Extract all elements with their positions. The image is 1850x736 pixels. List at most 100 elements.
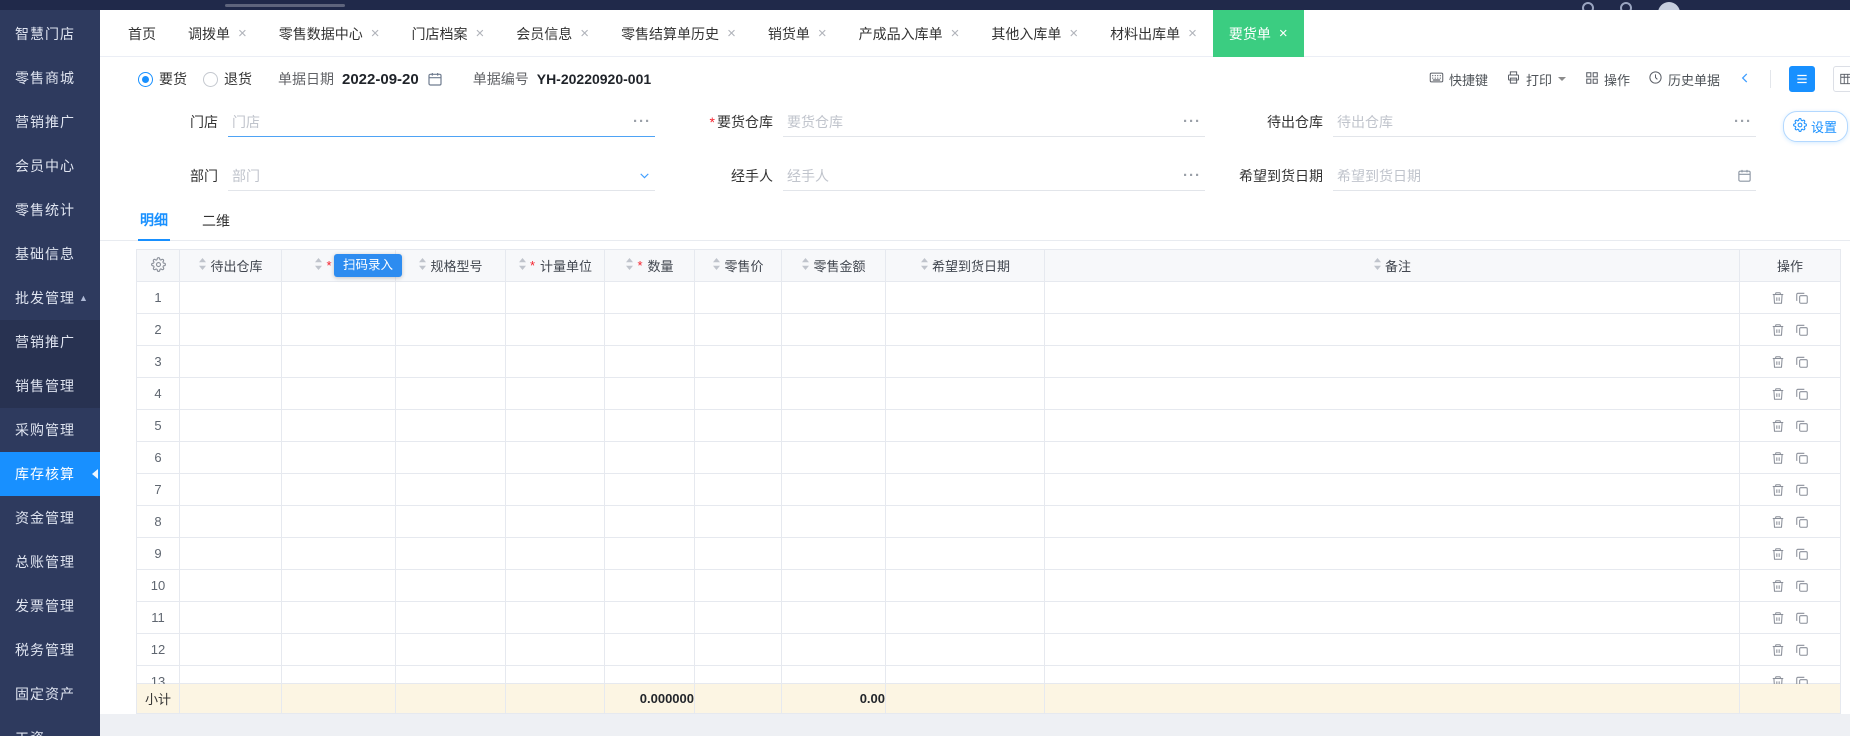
sidebar-item-payroll[interactable]: 工资 xyxy=(0,716,100,736)
grid-cell-spec-model[interactable] xyxy=(395,665,506,684)
tab-requisition-order[interactable]: 要货单 × xyxy=(1212,10,1304,57)
delete-row-icon[interactable] xyxy=(1771,611,1785,625)
grid-cell-remark[interactable] xyxy=(1044,505,1740,538)
sidebar-item-marketing[interactable]: 营销推广 xyxy=(0,100,100,144)
grid-cell-expected-date[interactable] xyxy=(885,345,1045,378)
sort-icon[interactable] xyxy=(920,258,929,273)
grid-cell-product[interactable] xyxy=(281,282,396,314)
sort-icon[interactable] xyxy=(1373,258,1382,273)
grid-cell-spec-model[interactable] xyxy=(395,633,506,666)
grid-cell-product[interactable] xyxy=(281,313,396,346)
grid-cell-quantity[interactable] xyxy=(604,473,695,506)
grid-cell-remark[interactable] xyxy=(1044,313,1740,346)
print-button[interactable]: 打印 xyxy=(1506,70,1567,89)
delete-row-icon[interactable] xyxy=(1771,547,1785,561)
detail-tab-detail[interactable]: 明细 xyxy=(138,210,170,241)
delete-row-icon[interactable] xyxy=(1771,579,1785,593)
sort-icon[interactable] xyxy=(518,258,527,273)
tab-member-info[interactable]: 会员信息 × xyxy=(500,10,605,57)
delete-row-icon[interactable] xyxy=(1771,643,1785,657)
grid-cell-product[interactable] xyxy=(281,409,396,442)
copy-row-icon[interactable] xyxy=(1795,611,1809,625)
doc-date-value[interactable]: 2022-09-20 xyxy=(342,71,419,88)
grid-cell-remark[interactable] xyxy=(1044,665,1740,684)
grid-cell-remark[interactable] xyxy=(1044,377,1740,410)
grid-cell-retail-amount[interactable] xyxy=(781,601,886,634)
grid-cell-quantity[interactable] xyxy=(604,313,695,346)
sidebar-item-invoice-mgmt[interactable]: 发票管理 xyxy=(0,584,100,628)
column-header-quantity[interactable]: * 数量 xyxy=(604,249,695,282)
grid-cell-out-warehouse[interactable] xyxy=(179,441,282,474)
sidebar-item-purchase-mgmt[interactable]: 采购管理 xyxy=(0,408,100,452)
grid-cell-out-warehouse[interactable] xyxy=(179,409,282,442)
grid-cell-expected-date[interactable] xyxy=(885,633,1045,666)
column-header-spec-model[interactable]: 规格型号 xyxy=(395,249,506,282)
sort-icon[interactable] xyxy=(801,258,810,273)
grid-cell-retail-amount[interactable] xyxy=(781,569,886,602)
grid-cell-quantity[interactable] xyxy=(604,633,695,666)
grid-cell-retail-amount[interactable] xyxy=(781,282,886,314)
collapse-panel-button[interactable] xyxy=(1738,71,1752,88)
grid-cell-expected-date[interactable] xyxy=(885,569,1045,602)
sidebar-item-sales-mgmt[interactable]: 销售管理 xyxy=(0,364,100,408)
sort-icon[interactable] xyxy=(418,258,427,273)
grid-cell-quantity[interactable] xyxy=(604,345,695,378)
delete-row-icon[interactable] xyxy=(1771,387,1785,401)
grid-cell-remark[interactable] xyxy=(1044,473,1740,506)
delete-row-icon[interactable] xyxy=(1771,451,1785,465)
column-header-out-warehouse[interactable]: 待出仓库 xyxy=(179,249,282,282)
grid-cell-spec-model[interactable] xyxy=(395,313,506,346)
delete-row-icon[interactable] xyxy=(1771,355,1785,369)
column-header-expected-date[interactable]: 希望到货日期 xyxy=(885,249,1045,282)
grid-cell-spec-model[interactable] xyxy=(395,569,506,602)
grid-cell-retail-price[interactable] xyxy=(694,345,782,378)
grid-cell-out-warehouse[interactable] xyxy=(179,665,282,684)
grid-cell-product[interactable] xyxy=(281,505,396,538)
grid-cell-unit[interactable] xyxy=(505,473,605,506)
grid-cell-retail-price[interactable] xyxy=(694,441,782,474)
sidebar-item-inventory-accounting[interactable]: 库存核算 xyxy=(0,452,100,496)
grid-cell-expected-date[interactable] xyxy=(885,537,1045,570)
delete-row-icon[interactable] xyxy=(1771,483,1785,497)
chevron-down-icon[interactable] xyxy=(638,169,651,182)
more-options-icon[interactable]: ··· xyxy=(633,114,651,129)
sidebar-item-general-ledger[interactable]: 总账管理 xyxy=(0,540,100,584)
department-input[interactable]: 部门 xyxy=(228,161,655,191)
grid-cell-out-warehouse[interactable] xyxy=(179,313,282,346)
copy-row-icon[interactable] xyxy=(1795,579,1809,593)
grid-cell-spec-model[interactable] xyxy=(395,441,506,474)
copy-row-icon[interactable] xyxy=(1795,675,1809,684)
grid-cell-retail-amount[interactable] xyxy=(781,409,886,442)
grid-cell-remark[interactable] xyxy=(1044,569,1740,602)
detail-tab-matrix[interactable]: 二维 xyxy=(200,211,232,240)
column-header-unit[interactable]: * 计量单位 xyxy=(505,249,605,282)
tab-retail-settlement-history[interactable]: 零售结算单历史 × xyxy=(605,10,752,57)
copy-row-icon[interactable] xyxy=(1795,419,1809,433)
grid-cell-spec-model[interactable] xyxy=(395,537,506,570)
grid-cell-out-warehouse[interactable] xyxy=(179,633,282,666)
grid-cell-out-warehouse[interactable] xyxy=(179,473,282,506)
grid-cell-out-warehouse[interactable] xyxy=(179,345,282,378)
table-view-button[interactable] xyxy=(1833,66,1850,92)
grid-cell-product[interactable] xyxy=(281,441,396,474)
radio-request[interactable]: 要货 xyxy=(138,69,187,89)
grid-cell-expected-date[interactable] xyxy=(885,473,1045,506)
grid-cell-quantity[interactable] xyxy=(604,537,695,570)
copy-row-icon[interactable] xyxy=(1795,323,1809,337)
grid-cell-retail-price[interactable] xyxy=(694,282,782,314)
sidebar-item-funds-mgmt[interactable]: 资金管理 xyxy=(0,496,100,540)
request-warehouse-input[interactable]: 要货仓库 ··· xyxy=(783,107,1205,137)
grid-cell-unit[interactable] xyxy=(505,537,605,570)
grid-cell-out-warehouse[interactable] xyxy=(179,601,282,634)
copy-row-icon[interactable] xyxy=(1795,547,1809,561)
grid-cell-expected-date[interactable] xyxy=(885,601,1045,634)
sort-icon[interactable] xyxy=(198,258,207,273)
close-icon[interactable]: × xyxy=(1069,26,1078,41)
grid-cell-quantity[interactable] xyxy=(604,377,695,410)
copy-row-icon[interactable] xyxy=(1795,387,1809,401)
list-view-button[interactable] xyxy=(1789,66,1815,92)
grid-cell-retail-amount[interactable] xyxy=(781,505,886,538)
copy-row-icon[interactable] xyxy=(1795,515,1809,529)
sidebar-item-wholesale-marketing[interactable]: 营销推广 xyxy=(0,320,100,364)
help-icon[interactable] xyxy=(1620,2,1632,10)
